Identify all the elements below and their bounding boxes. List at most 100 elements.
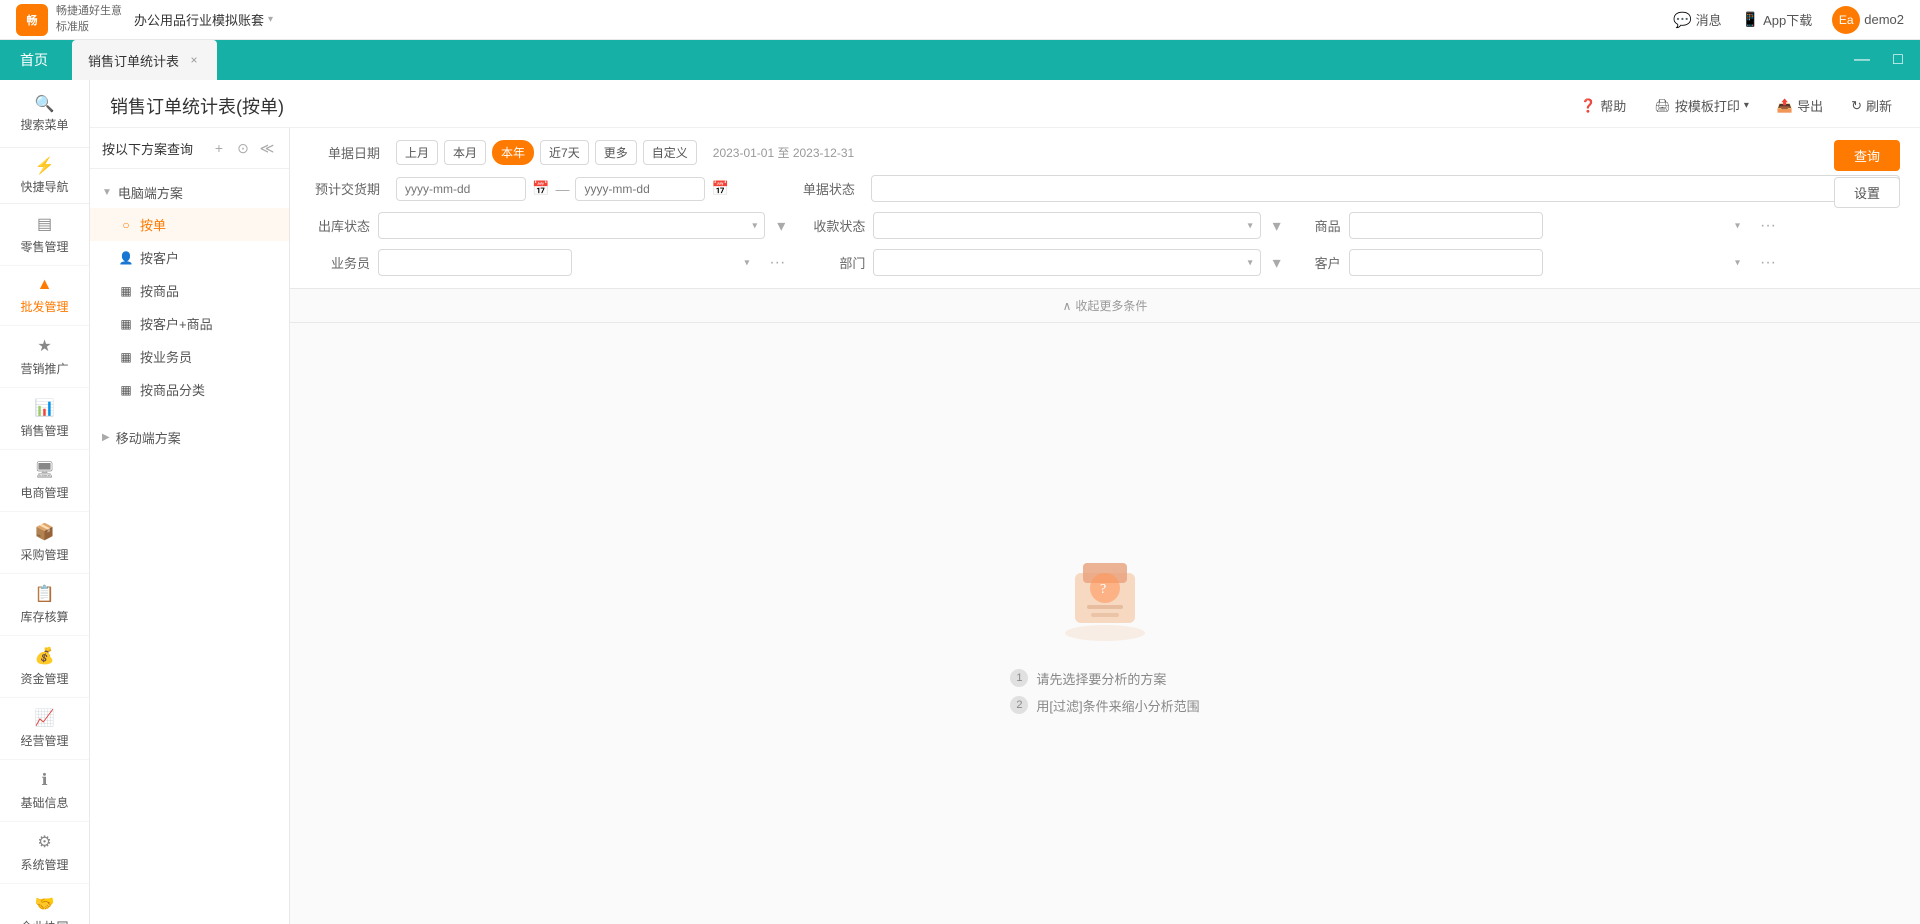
scheme-item-by-customer-goods[interactable]: ▦ 按客户+商品 bbox=[90, 307, 289, 340]
app-selector[interactable]: 办公用品行业模拟账套 ▾ bbox=[134, 10, 273, 29]
print-arrow-icon: ▾ bbox=[1744, 100, 1749, 111]
salesperson-cell: 业务员 ··· bbox=[310, 249, 789, 276]
wholesale-label: 批发管理 bbox=[20, 298, 68, 315]
payment-status-select[interactable] bbox=[873, 212, 1260, 239]
sidebar-item-system[interactable]: ⚙ 系统管理 bbox=[0, 822, 89, 884]
add-scheme-button[interactable]: + bbox=[209, 138, 229, 158]
message-button[interactable]: 💬 消息 bbox=[1673, 10, 1722, 29]
template-print-button[interactable]: 🖨 按模板打印 ▾ bbox=[1646, 92, 1757, 119]
sidebar-item-sales[interactable]: 📊 销售管理 bbox=[0, 388, 89, 450]
quick-nav-button[interactable]: ⚡ 快捷导航 bbox=[0, 148, 89, 204]
sidebar-item-finance[interactable]: 💰 资金管理 bbox=[0, 636, 89, 698]
payment-status-more[interactable]: ▾ bbox=[1269, 216, 1285, 236]
delivery-status-label: 出库状态 bbox=[310, 216, 370, 235]
scheme-item-by-category[interactable]: ▦ 按商品分类 bbox=[90, 373, 289, 406]
sidebar-item-operations[interactable]: 📈 经营管理 bbox=[0, 698, 89, 760]
goods-input[interactable] bbox=[1349, 212, 1543, 239]
delivery-end-calendar-icon[interactable]: 📅 bbox=[711, 180, 728, 197]
tip-num-1: 1 bbox=[1010, 669, 1028, 687]
sidebar-item-marketing[interactable]: ★ 营销推广 bbox=[0, 326, 89, 388]
tab-close-icon[interactable]: × bbox=[187, 53, 201, 67]
search-button[interactable]: 查询 bbox=[1834, 140, 1900, 171]
help-button[interactable]: ❓ 帮助 bbox=[1572, 92, 1634, 119]
mobile-scheme-header[interactable]: ▶ 移动端方案 bbox=[90, 422, 289, 453]
custom-date-btn[interactable]: 自定义 bbox=[643, 140, 697, 165]
main-layout: 🔍 搜索菜单 ⚡ 快捷导航 ▤ 零售管理 ▲ 批发管理 ★ 营销推广 📊 销售管… bbox=[0, 80, 1920, 924]
empty-state: ? 1 请先选择要分析的方案 2 用[过滤]条件来缩小分析范围 bbox=[290, 323, 1920, 924]
sidebar: 🔍 搜索菜单 ⚡ 快捷导航 ▤ 零售管理 ▲ 批发管理 ★ 营销推广 📊 销售管… bbox=[0, 80, 90, 924]
collapse-scheme-button[interactable]: ≪ bbox=[257, 138, 277, 158]
scheme-cg-icon: ▦ bbox=[118, 316, 134, 332]
logo-text: 畅捷通好生意 标准版 bbox=[56, 4, 122, 35]
retail-label: 零售管理 bbox=[20, 238, 68, 255]
sidebar-item-purchase[interactable]: 📦 采购管理 bbox=[0, 512, 89, 574]
department-select[interactable] bbox=[873, 249, 1260, 276]
finance-icon: 💰 bbox=[35, 646, 55, 666]
basic-info-label: 基础信息 bbox=[20, 794, 68, 811]
salesperson-input[interactable] bbox=[378, 249, 572, 276]
user-menu[interactable]: Ea demo2 bbox=[1832, 6, 1904, 34]
ecommerce-label: 电商管理 bbox=[20, 484, 68, 501]
sidebar-item-ecommerce[interactable]: 🖥 电商管理 bbox=[0, 450, 89, 512]
customer-input[interactable] bbox=[1349, 249, 1543, 276]
refresh-button[interactable]: ↻ 刷新 bbox=[1843, 92, 1900, 119]
scheme-item-label: 按单 bbox=[140, 215, 166, 234]
customer-more[interactable]: ··· bbox=[1756, 254, 1780, 272]
scheme-item-label: 按客户 bbox=[140, 248, 179, 267]
delivery-status-select[interactable] bbox=[378, 212, 765, 239]
sales-icon: 📊 bbox=[35, 398, 55, 418]
export-label: 导出 bbox=[1797, 96, 1823, 115]
scheme-item-by-salesperson[interactable]: ▦ 按业务员 bbox=[90, 340, 289, 373]
date-label: 单据日期 bbox=[310, 143, 380, 162]
print-icon: 🖨 bbox=[1654, 98, 1671, 114]
scheme-item-by-order[interactable]: ○ 按单 bbox=[90, 208, 289, 241]
mobile-section-arrow: ▶ bbox=[102, 432, 110, 443]
date-btn-group: 上月 本月 本年 近7天 更多 自定义 bbox=[396, 140, 697, 165]
message-icon: 💬 bbox=[1673, 11, 1692, 29]
logo-area: 畅 畅捷通好生意 标准版 bbox=[16, 4, 122, 36]
salesperson-label: 业务员 bbox=[310, 253, 370, 272]
scheme-item-by-goods[interactable]: ▦ 按商品 bbox=[90, 274, 289, 307]
pc-scheme-header[interactable]: ▼ 电脑端方案 bbox=[90, 177, 289, 208]
this-year-btn[interactable]: 本年 bbox=[492, 140, 534, 165]
quick-nav-label: 快捷导航 bbox=[20, 178, 68, 195]
sales-label: 销售管理 bbox=[20, 422, 68, 439]
settings-scheme-button[interactable]: ⊙ bbox=[233, 138, 253, 158]
sidebar-item-enterprise[interactable]: 🤝 企业协同 bbox=[0, 884, 89, 924]
delivery-start-input[interactable] bbox=[396, 177, 526, 201]
delivery-status-more[interactable]: ▾ bbox=[773, 216, 789, 236]
salesperson-more[interactable]: ··· bbox=[765, 254, 789, 272]
home-tab[interactable]: 首页 bbox=[0, 40, 68, 80]
settings-button[interactable]: 设置 bbox=[1834, 177, 1900, 208]
search-menu-button[interactable]: 🔍 搜索菜单 bbox=[8, 88, 81, 139]
last-month-btn[interactable]: 上月 bbox=[396, 140, 438, 165]
sales-order-tab[interactable]: 销售订单统计表 × bbox=[72, 40, 217, 80]
app-selector-text: 办公用品行业模拟账套 bbox=[134, 10, 264, 29]
delivery-start-calendar-icon[interactable]: 📅 bbox=[532, 180, 549, 197]
help-icon: ❓ bbox=[1580, 98, 1596, 114]
sidebar-search-section: 🔍 搜索菜单 bbox=[0, 80, 89, 148]
export-button[interactable]: 📤 导出 bbox=[1769, 92, 1831, 119]
order-status-select[interactable] bbox=[871, 175, 1900, 202]
more-date-btn[interactable]: 更多 bbox=[595, 140, 637, 165]
delivery-end-input[interactable] bbox=[575, 177, 705, 201]
template-print-label: 按模板打印 bbox=[1675, 96, 1740, 115]
sidebar-item-basic-info[interactable]: ℹ 基础信息 bbox=[0, 760, 89, 822]
last-7days-btn[interactable]: 近7天 bbox=[540, 140, 589, 165]
minimize-btn[interactable]: — bbox=[1848, 46, 1876, 74]
sidebar-item-inventory[interactable]: 📋 库存核算 bbox=[0, 574, 89, 636]
collapse-bar[interactable]: ∧ 收起更多条件 bbox=[290, 289, 1920, 323]
salesperson-select-wrap bbox=[378, 249, 757, 276]
maximize-btn[interactable]: □ bbox=[1884, 46, 1912, 74]
goods-more[interactable]: ··· bbox=[1756, 217, 1780, 235]
sidebar-item-retail[interactable]: ▤ 零售管理 bbox=[0, 204, 89, 266]
wholesale-icon: ▲ bbox=[37, 276, 53, 294]
system-label: 系统管理 bbox=[20, 856, 68, 873]
scheme-item-label: 按客户+商品 bbox=[140, 314, 213, 333]
sidebar-item-wholesale[interactable]: ▲ 批发管理 bbox=[0, 266, 89, 326]
this-month-btn[interactable]: 本月 bbox=[444, 140, 486, 165]
scheme-item-by-customer[interactable]: 👤 按客户 bbox=[90, 241, 289, 274]
app-download-button[interactable]: 📱 App下载 bbox=[1742, 10, 1813, 29]
scheme-category-icon: ▦ bbox=[118, 382, 134, 398]
filter-section: 单据日期 上月 本月 本年 近7天 更多 自定义 2023-01-01 至 20… bbox=[290, 128, 1920, 289]
